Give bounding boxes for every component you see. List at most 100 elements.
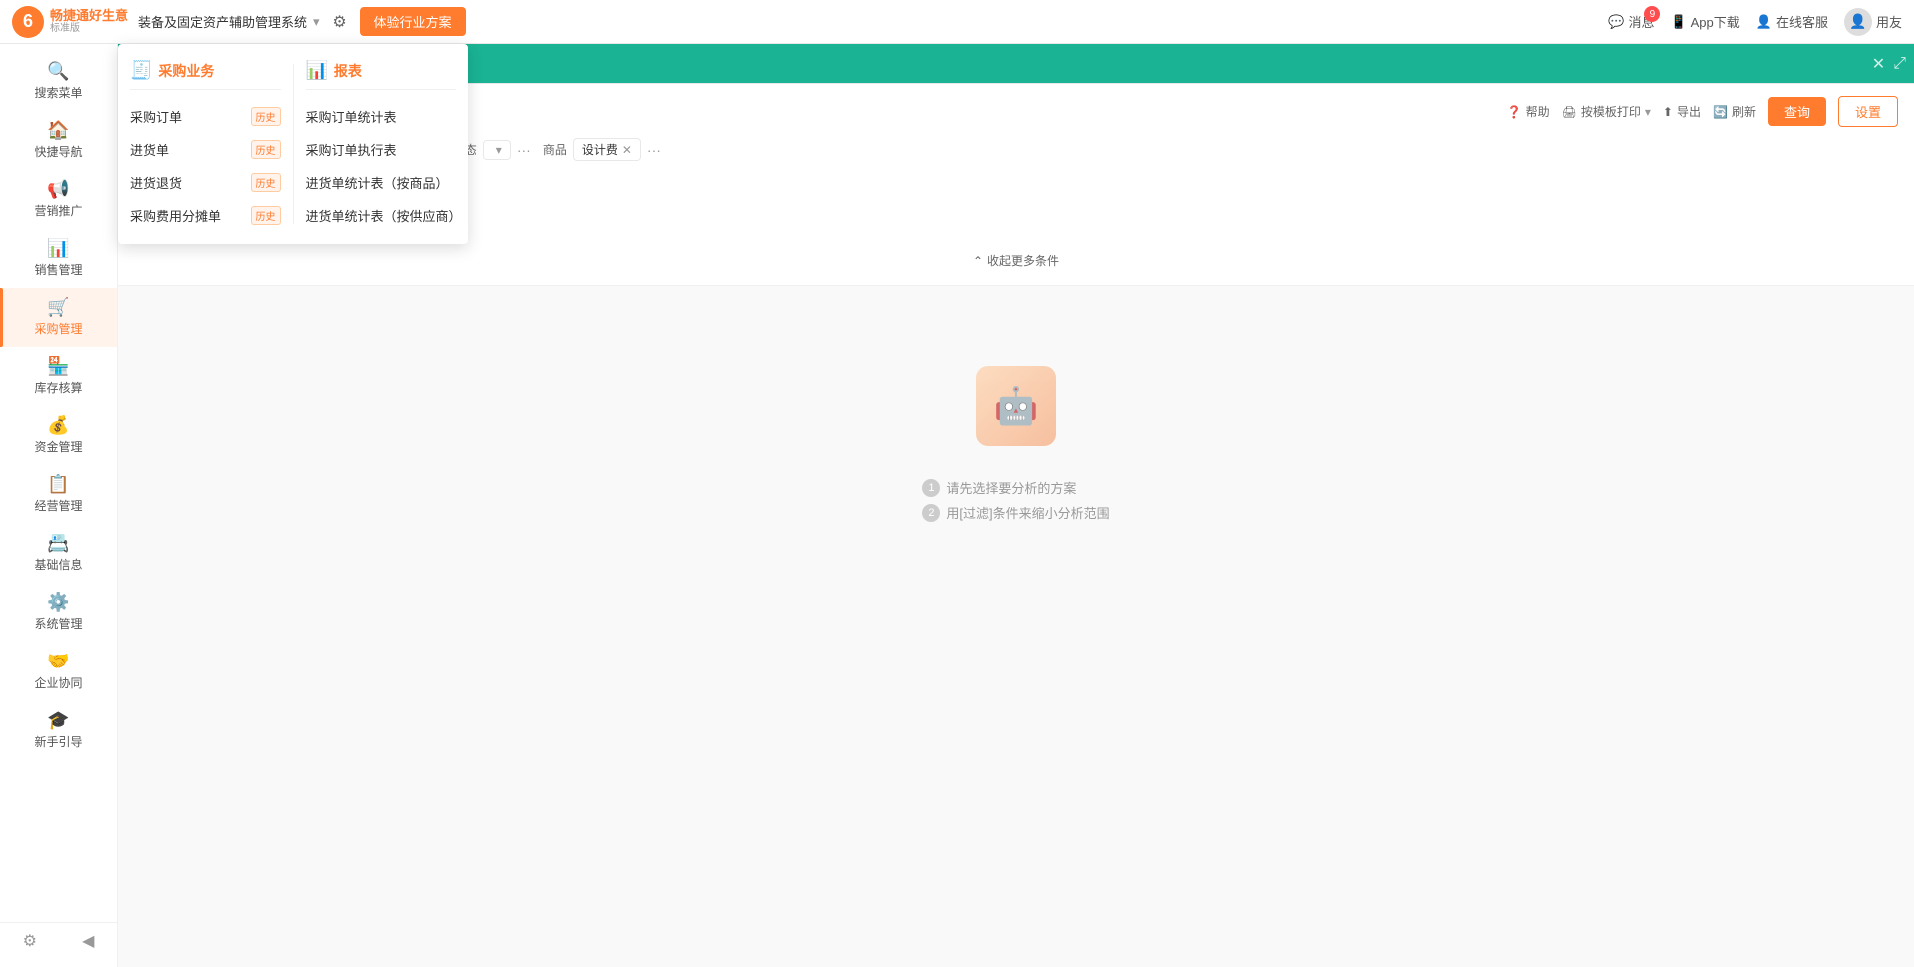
report-col-icon: 📊 <box>306 60 328 81</box>
export-label: 导出 <box>1677 103 1701 120</box>
app-download-btn[interactable]: 📱 App下载 <box>1670 12 1739 31</box>
purchase-order-hist[interactable]: 历史 <box>251 107 281 126</box>
dropdown-item-stock-in-stat-supplier[interactable]: 进货单统计表（按供应商） <box>306 199 457 232</box>
system-dropdown-arrow[interactable]: ▾ <box>313 14 320 30</box>
dropdown-item-stock-return[interactable]: 进货退货 历史 <box>130 166 281 199</box>
tab-close-all-btn[interactable]: ✕ <box>1872 54 1885 74</box>
sidebar-item-enterprise[interactable]: 🤝 企业协同 <box>0 642 117 701</box>
purchase-expense-label: 采购费用分摊单 <box>130 206 221 225</box>
print-label: 按模板打印 <box>1581 103 1641 120</box>
sidebar-item-basic[interactable]: 📇 基础信息 <box>0 524 117 583</box>
purchase-expense-hist[interactable]: 历史 <box>251 206 281 225</box>
message-btn[interactable]: 💬 消息 9 <box>1608 12 1654 31</box>
user-avatar: 👤 <box>1844 8 1872 36</box>
sidebar-item-operation[interactable]: 📋 经营管理 <box>0 465 117 524</box>
goods-group: 商品 设计费 ✕ ··· <box>543 138 661 161</box>
sidebar-label-quick-nav: 快捷导航 <box>34 143 82 160</box>
tip-text-2: 用[过滤]条件来缩小分析范围 <box>946 503 1109 522</box>
sidebar-item-system[interactable]: ⚙️ 系统管理 <box>0 583 117 642</box>
collapse-icon: ⌃ <box>973 254 983 268</box>
tab-expand-btn[interactable]: ⤢ <box>1893 55 1906 73</box>
goods-more[interactable]: ··· <box>647 142 661 158</box>
sidebar-item-quick-nav[interactable]: 🏠 快捷导航 <box>0 111 117 170</box>
service-icon: 👤 <box>1756 14 1772 30</box>
collapse-btn[interactable]: ⌃ 收起更多条件 <box>134 248 1898 273</box>
sidebar: 🔍 搜索菜单 🏠 快捷导航 📢 营销推广 📊 销售管理 🛒 采购管理 🏪 库存核… <box>0 44 118 967</box>
doc-status-select[interactable]: ▾ <box>483 140 511 160</box>
sidebar-item-guide[interactable]: 🎓 新手引导 <box>0 701 117 760</box>
online-service-btn[interactable]: 👤 在线客服 <box>1756 12 1828 31</box>
dropdown-item-stock-in[interactable]: 进货单 历史 <box>130 133 281 166</box>
dropdown-item-purchase-order-exec[interactable]: 采购订单执行表 <box>306 133 457 166</box>
purchase-col-icon: 🧾 <box>130 60 152 81</box>
sidebar-label-basic: 基础信息 <box>34 556 82 573</box>
tip-num-1: 1 <box>922 479 940 497</box>
logo-area: 6 畅捷通好生意 标准版 <box>12 6 130 38</box>
dropdown-overlay: 🧾 采购业务 采购订单 历史 进货单 历史 进货退货 历史 <box>118 44 468 244</box>
sidebar-item-inventory[interactable]: 🏪 库存核算 <box>0 347 117 406</box>
purchase-order-stat-label: 采购订单统计表 <box>306 107 397 126</box>
doc-status-more[interactable]: ··· <box>517 142 531 158</box>
sidebar-label-guide: 新手引导 <box>34 733 82 750</box>
dropdown-item-purchase-order[interactable]: 采购订单 历史 <box>130 100 281 133</box>
export-icon: ⬆ <box>1663 105 1673 119</box>
logo-title: 畅捷通好生意 <box>50 8 128 24</box>
doc-status-chevron: ▾ <box>496 143 502 157</box>
online-service-label: 在线客服 <box>1776 12 1828 31</box>
refresh-btn[interactable]: 🔄 刷新 <box>1713 103 1756 120</box>
tip-text-1: 请先选择要分析的方案 <box>946 478 1076 497</box>
purchase-icon: 🛒 <box>47 298 69 316</box>
help-btn[interactable]: ❓ 帮助 <box>1507 103 1550 120</box>
settings-btn[interactable]: 设置 <box>1838 96 1898 127</box>
dropdown-item-stock-in-stat-goods[interactable]: 进货单统计表（按商品） <box>306 166 457 199</box>
print-icon: 🖨 <box>1562 105 1577 119</box>
stock-return-hist[interactable]: 历史 <box>251 173 281 192</box>
sidebar-bottom: ⚙ ◀ <box>0 922 117 959</box>
logo-text: 畅捷通好生意 标准版 <box>50 8 128 36</box>
industry-btn[interactable]: 体验行业方案 <box>360 7 466 36</box>
refresh-icon: 🔄 <box>1713 105 1728 119</box>
logo-subtitle: 标准版 <box>50 23 128 35</box>
sidebar-item-marketing[interactable]: 📢 营销推广 <box>0 170 117 229</box>
user-btn[interactable]: 👤 用友 <box>1844 8 1902 36</box>
finance-icon: 💰 <box>47 416 69 434</box>
topbar: 6 畅捷通好生意 标准版 装备及固定资产辅助管理系统 ▾ ⚙ 体验行业方案 💬 … <box>0 0 1914 44</box>
marketing-icon: 📢 <box>47 180 69 198</box>
query-btn[interactable]: 查询 <box>1768 97 1826 126</box>
operation-icon: 📋 <box>47 475 69 493</box>
main-layout: 🔍 搜索菜单 🏠 快捷导航 📢 营销推广 📊 销售管理 🛒 采购管理 🏪 库存核… <box>0 44 1914 967</box>
system-settings-icon[interactable]: ⚙ <box>326 8 354 36</box>
sidebar-item-search[interactable]: 🔍 搜索菜单 <box>0 52 117 111</box>
goods-tag-close[interactable]: ✕ <box>622 143 632 157</box>
tabs-bar-right: ✕ ⤢ <box>1872 54 1914 74</box>
tip-num-2: 2 <box>922 504 940 522</box>
topbar-right: 💬 消息 9 📱 App下载 👤 在线客服 👤 用友 <box>1608 8 1902 36</box>
sidebar-collapse-btn[interactable]: ◀ <box>82 931 94 951</box>
dropdown-item-purchase-order-stat[interactable]: 采购订单统计表 <box>306 100 457 133</box>
sidebar-settings-btn[interactable]: ⚙ <box>23 931 37 951</box>
dropdown-report-col: 📊 报表 采购订单统计表 采购订单执行表 进货单统计表（按商品） 进货单统计表（… <box>294 56 469 232</box>
empty-tip-2: 2 用[过滤]条件来缩小分析范围 <box>922 503 1109 522</box>
export-btn[interactable]: ⬆ 导出 <box>1663 103 1701 120</box>
dropdown-item-purchase-expense[interactable]: 采购费用分摊单 历史 <box>130 199 281 232</box>
goods-tag[interactable]: 设计费 ✕ <box>573 138 641 161</box>
sidebar-label-inventory: 库存核算 <box>34 379 82 396</box>
sidebar-item-sales[interactable]: 📊 销售管理 <box>0 229 117 288</box>
dropdown-menu: 🧾 采购业务 采购订单 历史 进货单 历史 进货退货 历史 <box>118 44 468 244</box>
print-btn[interactable]: 🖨 按模板打印 ▾ <box>1562 103 1651 120</box>
sidebar-item-purchase[interactable]: 🛒 采购管理 <box>0 288 117 347</box>
stock-return-label: 进货退货 <box>130 173 182 192</box>
empty-robot-icon: 🤖 <box>976 366 1056 446</box>
app-download-label: App下载 <box>1691 12 1740 31</box>
dropdown-purchase-title: 🧾 采购业务 <box>130 56 281 90</box>
system-icon: ⚙️ <box>47 593 69 611</box>
stock-in-stat-goods-label: 进货单统计表（按商品） <box>306 173 449 192</box>
content-wrapper: 首页 销售排行榜 ✕ ✕ ⤢ ❓ 帮助 🖨 <box>118 44 1914 967</box>
stock-in-hist[interactable]: 历史 <box>251 140 281 159</box>
goods-tag-value: 设计费 <box>582 141 618 158</box>
guide-icon: 🎓 <box>47 711 69 729</box>
search-icon: 🔍 <box>47 62 69 80</box>
sidebar-item-finance[interactable]: 💰 资金管理 <box>0 406 117 465</box>
collapse-label: 收起更多条件 <box>987 252 1059 269</box>
active-bar <box>0 288 3 347</box>
